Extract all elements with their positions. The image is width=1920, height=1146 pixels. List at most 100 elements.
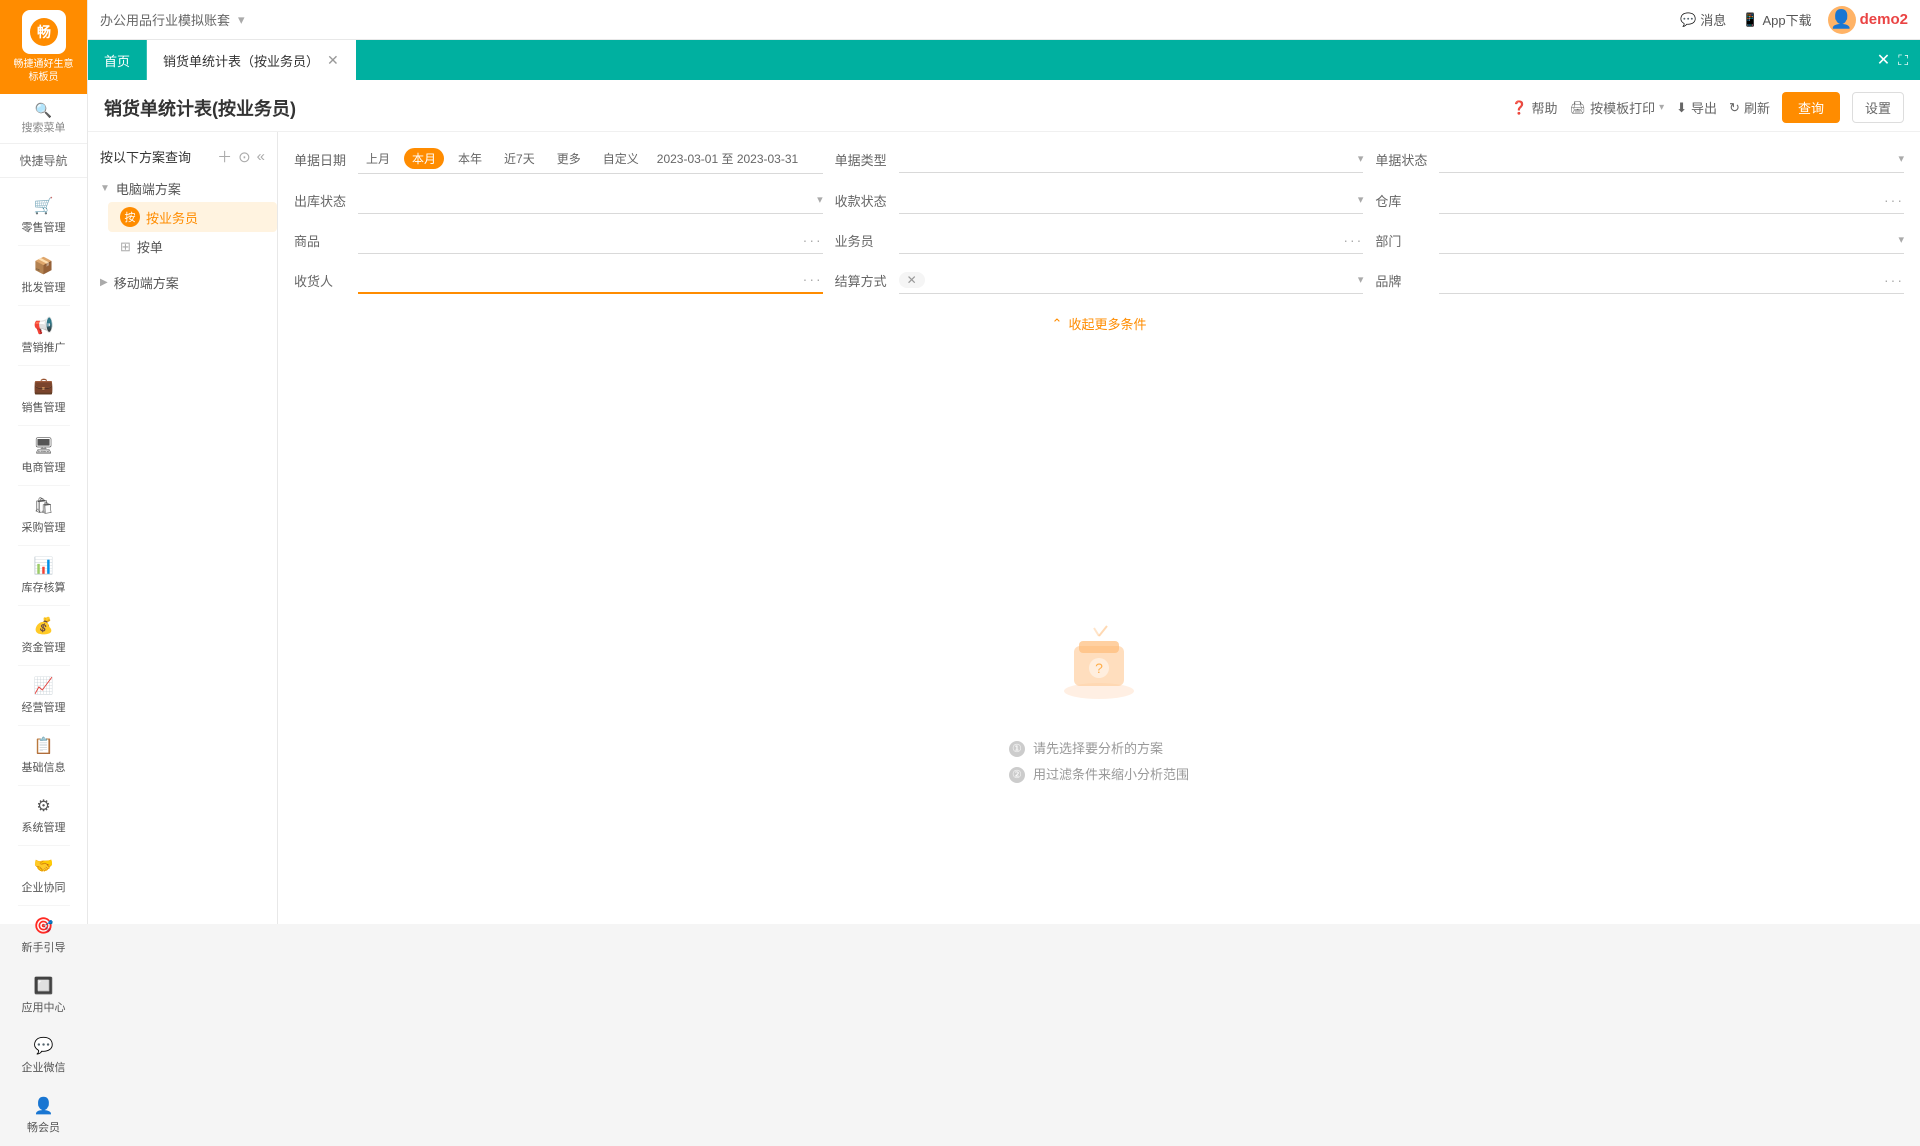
print-dropdown-icon: ▾ <box>1659 102 1664 113</box>
salesperson-more-icon: ··· <box>1343 232 1363 248</box>
consignee-more-icon: ··· <box>803 271 823 287</box>
message-icon: 💬 <box>1680 12 1696 28</box>
refresh-btn[interactable]: ↻ 刷新 <box>1729 98 1770 117</box>
date-label: 单据日期 <box>294 150 350 169</box>
sidebar-item-6[interactable]: 📊库存核算 <box>18 546 70 606</box>
empty-tip-1: ① 请先选择要分析的方案 <box>1009 736 1189 762</box>
doc-type-control[interactable]: ▾ <box>899 145 1364 173</box>
filter-brand: 品牌 ··· <box>1375 266 1904 294</box>
empty-state: ? ① 请先选择要分析的方案 ② <box>278 480 1920 924</box>
sidebar-item-3[interactable]: 💼销售管理 <box>18 366 70 426</box>
department-arrow: ▾ <box>1898 233 1904 246</box>
print-btn[interactable]: 🖨 按模板打印 ▾ <box>1570 98 1665 117</box>
scheme-salesperson[interactable]: 按 按业务员 <box>108 202 277 232</box>
doc-status-control[interactable]: ▾ <box>1439 145 1904 173</box>
settings-button[interactable]: 设置 <box>1852 92 1904 123</box>
sidebar-item-1[interactable]: 📦批发管理 <box>18 246 70 306</box>
message-btn[interactable]: 💬 消息 <box>1680 10 1726 29</box>
export-icon: ⬇ <box>1676 100 1687 116</box>
tree-section-mobile[interactable]: ▶ 移动端方案 <box>88 269 277 296</box>
settlement-arrow: ▾ <box>1358 273 1364 286</box>
warehouse-more-icon: ··· <box>1884 192 1904 208</box>
grid-icon: ⊞ <box>120 239 131 255</box>
breadcrumb-area: 办公用品行业模拟账套 ▾ <box>100 10 245 29</box>
out-status-control[interactable]: ▾ <box>358 186 823 214</box>
empty-tips: ① 请先选择要分析的方案 ② 用过滤条件来缩小分析范围 <box>1009 736 1189 788</box>
date-more[interactable]: 更多 <box>549 148 589 169</box>
export-btn[interactable]: ⬇ 导出 <box>1676 98 1717 117</box>
date-range-text: 2023-03-01 至 2023-03-31 <box>657 150 798 167</box>
breadcrumb-chevron: ▾ <box>238 12 245 28</box>
tab-close-icon[interactable]: ✕ <box>327 52 339 69</box>
page-action-buttons: ❓ 帮助 🖨 按模板打印 ▾ ⬇ 导出 ↻ 刷新 <box>1511 92 1904 123</box>
settlement-tag-close[interactable]: ✕ <box>907 273 917 287</box>
help-btn[interactable]: ❓ 帮助 <box>1511 98 1557 117</box>
date-buttons: 上月 本月 本年 近7天 更多 自定义 2023-03-01 至 2023-03… <box>358 148 823 169</box>
goods-control[interactable]: ··· <box>358 226 823 254</box>
tab-home[interactable]: 首页 <box>88 40 147 80</box>
filter-doc-status: 单据状态 ▾ <box>1375 145 1904 173</box>
brand-control[interactable]: ··· <box>1439 266 1904 294</box>
sidebar-item-15[interactable]: 👤畅会员 <box>18 1086 70 1146</box>
sidebar-item-9[interactable]: 📋基础信息 <box>18 726 70 786</box>
settlement-control[interactable]: ✕ ▾ <box>899 266 1364 294</box>
sidebar-item-12[interactable]: 🎯新手引导 <box>18 906 70 966</box>
sidebar-item-0[interactable]: 🛒零售管理 <box>18 186 70 246</box>
date-last-7-days[interactable]: 近7天 <box>496 148 543 169</box>
collapse-panel-icon[interactable]: « <box>257 148 265 165</box>
filter-doc-type: 单据类型 ▾ <box>835 145 1364 173</box>
sidebar-item-4[interactable]: 🖥电商管理 <box>18 426 70 486</box>
sidebar-item-10[interactable]: ⚙系统管理 <box>18 786 70 846</box>
maximize-icon[interactable]: ⛶ <box>1898 52 1908 69</box>
doc-status-label: 单据状态 <box>1375 150 1431 169</box>
tree-section-mobile-label: 移动端方案 <box>114 273 179 292</box>
main-area: 办公用品行业模拟账套 ▾ 💬 消息 📱 App下载 👤 demo2 首页 <box>88 0 1920 924</box>
salesperson-control[interactable]: ··· <box>899 226 1364 254</box>
sidebar-item-5[interactable]: 🛍采购管理 <box>18 486 70 546</box>
payment-status-control[interactable]: ▾ <box>899 186 1364 214</box>
shortcut-nav-btn[interactable]: 快捷导航 <box>0 144 87 178</box>
breadcrumb-text: 办公用品行业模拟账套 <box>100 10 230 29</box>
app-logo-text: 畅捷通好生意 标板员 <box>14 58 74 84</box>
sidebar-item-8[interactable]: 📈经营管理 <box>18 666 70 726</box>
consignee-control[interactable]: ··· <box>358 266 823 294</box>
tip-num-1: ① <box>1009 741 1025 757</box>
svg-text:畅: 畅 <box>37 24 51 40</box>
tab-sales-stats[interactable]: 销货单统计表（按业务员） ✕ <box>147 40 356 80</box>
left-panel-title: 按以下方案查询 <box>100 147 191 166</box>
collapse-icon: ⌃ <box>1052 316 1063 332</box>
consignee-label: 收货人 <box>294 271 350 290</box>
tree-sub-desktop: 按 按业务员 ⊞ 按单 <box>88 202 277 261</box>
doc-type-label: 单据类型 <box>835 150 891 169</box>
page-inner: 销货单统计表(按业务员) ❓ 帮助 🖨 按模板打印 ▾ ⬇ 导出 <box>88 80 1920 924</box>
date-custom[interactable]: 自定义 <box>595 148 647 169</box>
date-this-year[interactable]: 本年 <box>450 148 490 169</box>
tree-section-desktop[interactable]: ▼ 电脑端方案 <box>88 175 277 202</box>
app-download-btn[interactable]: 📱 App下载 <box>1742 10 1811 29</box>
collapse-conditions-btn[interactable]: ⌃ 收起更多条件 <box>294 306 1904 341</box>
sidebar-item-7[interactable]: 💰资金管理 <box>18 606 70 666</box>
move-toggle-icon: ▶ <box>100 277 108 288</box>
tip-num-2: ② <box>1009 767 1025 783</box>
sidebar-item-2[interactable]: 📢营销推广 <box>18 306 70 366</box>
scheme-order[interactable]: ⊞ 按单 <box>108 232 277 261</box>
query-button[interactable]: 查询 <box>1782 92 1840 123</box>
user-profile-btn[interactable]: 👤 demo2 <box>1828 6 1908 34</box>
sidebar: 畅 畅捷通好生意 标板员 🔍 搜索菜单 快捷导航 🛒零售管理📦批发管理📢营销推广… <box>0 0 88 924</box>
sidebar-item-11[interactable]: 🤝企业协同 <box>18 846 70 906</box>
warehouse-control[interactable]: ··· <box>1439 186 1904 214</box>
add-scheme-icon[interactable]: ＋ <box>217 146 232 167</box>
sidebar-item-14[interactable]: 💬企业微信 <box>18 1026 70 1086</box>
sidebar-item-13[interactable]: 🔲应用中心 <box>18 966 70 1026</box>
department-control[interactable]: ▾ <box>1439 226 1904 254</box>
date-this-month[interactable]: 本月 <box>404 148 444 169</box>
search-menu-btn[interactable]: 🔍 搜索菜单 <box>0 94 87 144</box>
edit-scheme-icon[interactable]: ⊙ <box>238 148 251 166</box>
date-control: 上月 本月 本年 近7天 更多 自定义 2023-03-01 至 2023-03… <box>358 144 823 174</box>
sidebar-logo: 畅 畅捷通好生意 标板员 <box>0 0 87 94</box>
download-icon: 📱 <box>1742 12 1758 28</box>
help-icon: ❓ <box>1511 100 1527 116</box>
date-last-month[interactable]: 上月 <box>358 148 398 169</box>
close-window-icon[interactable]: ✕ <box>1877 50 1890 70</box>
filter-row-4: 收货人 ··· 结算方式 ✕ <box>294 266 1904 294</box>
